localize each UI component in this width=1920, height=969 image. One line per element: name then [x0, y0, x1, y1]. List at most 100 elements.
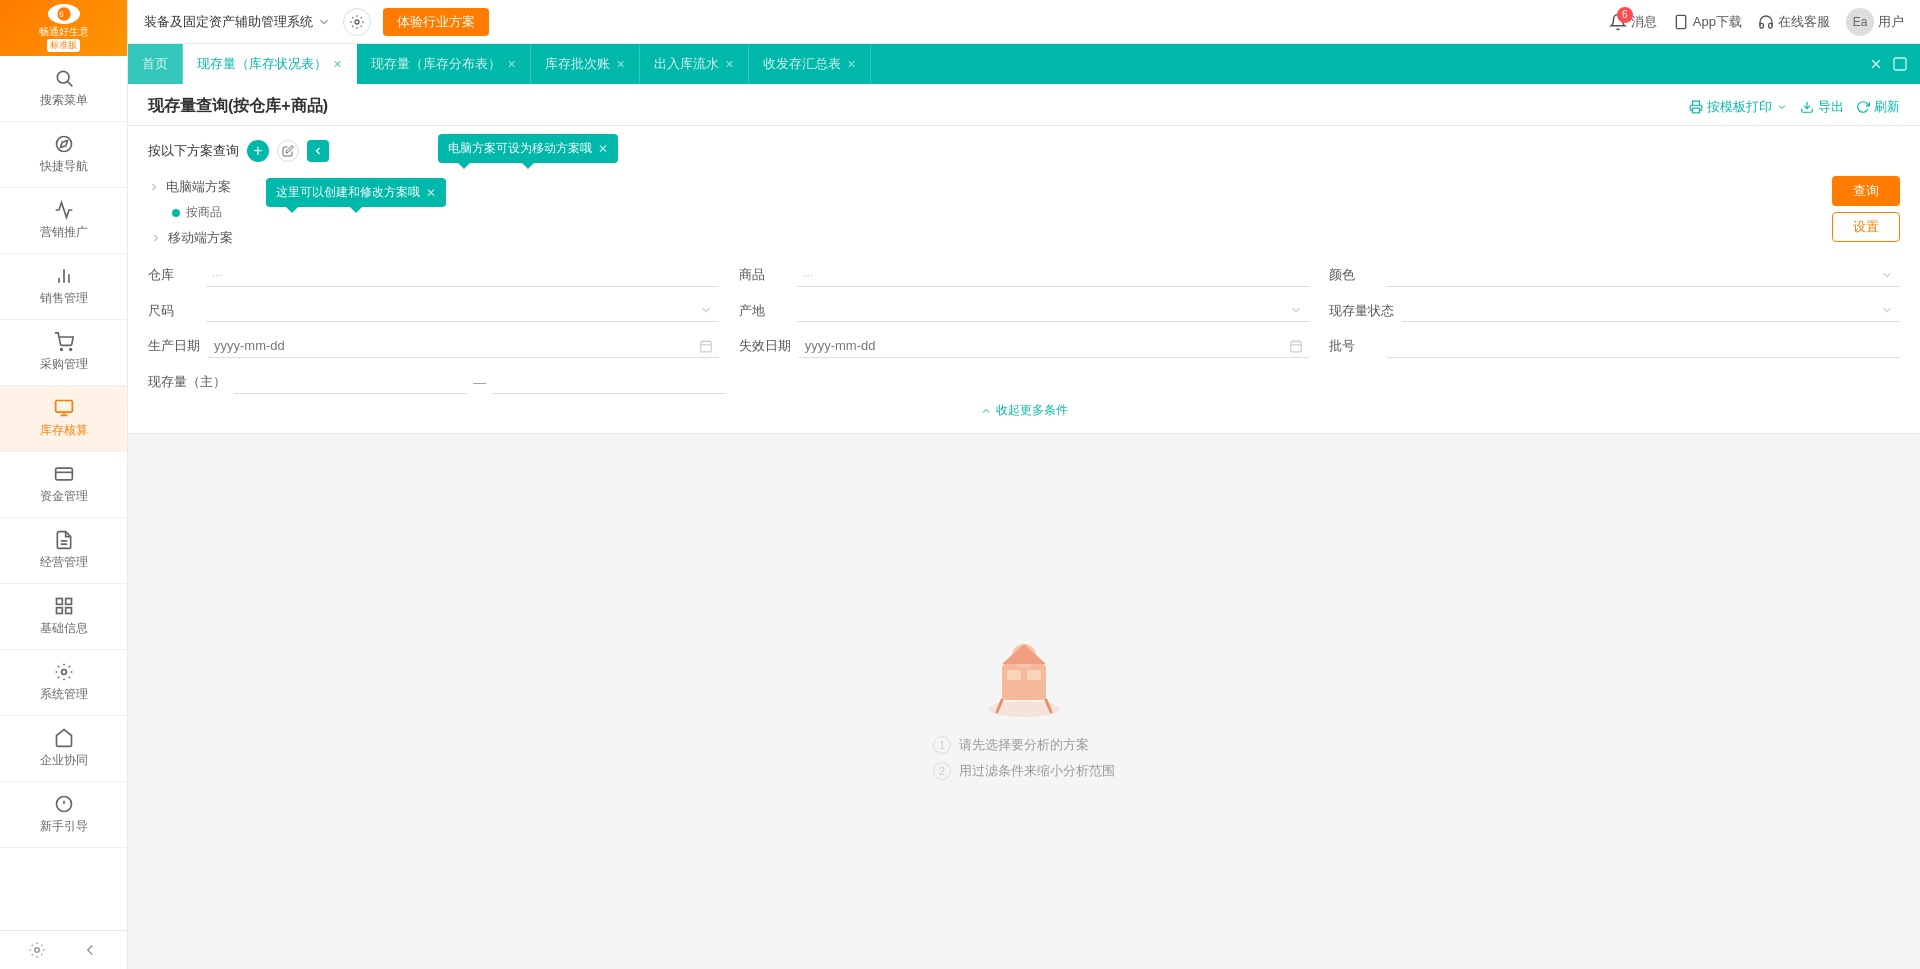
size-select[interactable]	[206, 299, 719, 322]
tab-batch-ledger-close[interactable]: ✕	[616, 58, 625, 71]
calendar-icon2[interactable]	[1289, 339, 1303, 353]
warehouse-select[interactable]: ···	[206, 263, 719, 287]
svg-rect-16	[56, 599, 62, 605]
phone-icon	[1673, 14, 1689, 30]
sidebar-item-guide[interactable]: 新手引导	[0, 782, 127, 848]
range-sep: —	[473, 375, 486, 390]
tab-inout-flow[interactable]: 出入库流水 ✕	[640, 44, 749, 84]
close-all-icon[interactable]	[1868, 56, 1884, 72]
sidebar-item-operations[interactable]: 经营管理	[0, 518, 127, 584]
sidebar-item-marketing[interactable]: 营销推广	[0, 188, 127, 254]
filter-row-2: 尺码 产地 现存量状态	[148, 299, 1900, 322]
stock-main-max[interactable]	[492, 370, 725, 394]
tooltip1-close-btn[interactable]: ✕	[598, 142, 608, 156]
maximize-icon[interactable]	[1892, 56, 1908, 72]
color-select[interactable]	[1387, 264, 1900, 287]
refresh-btn[interactable]: 刷新	[1856, 98, 1900, 116]
app-download-action[interactable]: App下载	[1673, 13, 1742, 31]
mobile-scheme-item[interactable]: 移动端方案	[148, 225, 1900, 251]
sidebar: 6 畅通好生意 标准版 搜索菜单 快捷导航 营销推广 销售管理 采购管理 库存核…	[0, 0, 128, 969]
collapse-label: 收起更多条件	[996, 402, 1068, 419]
tab-home[interactable]: 首页	[128, 44, 183, 84]
stock-status-select[interactable]	[1402, 299, 1900, 322]
experience-btn[interactable]: 体验行业方案	[383, 8, 489, 36]
sidebar-item-search[interactable]: 搜索菜单	[0, 56, 127, 122]
sidebar-item-purchase[interactable]: 采购管理	[0, 320, 127, 386]
sidebar-item-assets-label: 资金管理	[40, 488, 88, 505]
collapse-bar[interactable]: 收起更多条件	[148, 394, 1900, 419]
page-header: 现存量查询(按仓库+商品) 按模板打印 导出 刷新	[128, 84, 1920, 126]
tab-inventory-dist-close[interactable]: ✕	[507, 58, 516, 71]
stock-main-min[interactable]	[234, 370, 467, 394]
sidebar-item-system[interactable]: 系统管理	[0, 650, 127, 716]
stock-main-field: 现存量（主） —	[148, 370, 725, 394]
notification-label: 消息	[1631, 13, 1657, 31]
stock-main-label: 现存量（主）	[148, 373, 226, 391]
user-action[interactable]: Ea 用户	[1846, 8, 1904, 36]
logo-text: 畅通好生意	[39, 26, 89, 38]
sidebar-item-guide-label: 新手引导	[40, 818, 88, 835]
tooltip2-close-btn[interactable]: ✕	[426, 186, 436, 200]
svg-point-2	[57, 71, 69, 83]
tab-receive-summary[interactable]: 收发存汇总表 ✕	[749, 44, 871, 84]
chevron-down-origin	[1289, 303, 1303, 317]
template-print-btn[interactable]: 按模板打印	[1689, 98, 1788, 116]
warehouse-field: 仓库 ···	[148, 263, 719, 287]
scheme-arrow-btn[interactable]	[307, 140, 329, 162]
sidebar-bottom	[0, 930, 127, 969]
filter-header: 按以下方案查询 +	[148, 140, 1900, 162]
sidebar-item-inventory[interactable]: 库存核算	[0, 386, 127, 452]
product-dots: ···	[803, 267, 814, 282]
warehouse-label: 仓库	[148, 266, 198, 284]
tab-inventory-status[interactable]: 现存量（库存状况表） ✕	[183, 44, 357, 84]
pc-scheme-label: 电脑端方案	[166, 178, 231, 196]
batch-no-input[interactable]	[1387, 334, 1900, 358]
system-selector[interactable]: 装备及固定资产辅助管理系统	[144, 13, 331, 31]
notification-action[interactable]: 6 消息	[1609, 13, 1657, 31]
settings-icon[interactable]	[28, 941, 46, 959]
expire-date-input[interactable]	[805, 338, 1286, 353]
svg-point-20	[61, 670, 66, 675]
sidebar-item-sales[interactable]: 销售管理	[0, 254, 127, 320]
avatar-text: Ea	[1853, 15, 1868, 29]
export-btn[interactable]: 导出	[1800, 98, 1844, 116]
settings-button[interactable]	[343, 8, 371, 36]
tab-receive-summary-close[interactable]: ✕	[847, 58, 856, 71]
tab-inventory-dist[interactable]: 现存量（库存分布表） ✕	[357, 44, 531, 84]
tab-batch-ledger[interactable]: 库存批次账 ✕	[531, 44, 640, 84]
online-service-action[interactable]: 在线客服	[1758, 13, 1830, 31]
edit-icon	[282, 145, 294, 157]
stock-status-label: 现存量状态	[1329, 302, 1394, 320]
reset-btn[interactable]: 设置	[1832, 212, 1900, 242]
svg-rect-43	[1007, 670, 1021, 680]
empty-state: 1 请先选择要分析的方案 2 用过滤条件来缩小分析范围	[933, 624, 1115, 780]
svg-rect-30	[1894, 58, 1906, 70]
calendar-icon[interactable]	[699, 339, 713, 353]
collapse-icon[interactable]	[81, 941, 99, 959]
tooltip-scheme-mobile: 电脑方案可设为移动方案哦 ✕	[438, 134, 618, 163]
sidebar-item-enterprise[interactable]: 企业协同	[0, 716, 127, 782]
sidebar-item-basic[interactable]: 基础信息	[0, 584, 127, 650]
sidebar-item-assets[interactable]: 资金管理	[0, 452, 127, 518]
origin-select[interactable]	[797, 299, 1310, 322]
empty-steps: 1 请先选择要分析的方案 2 用过滤条件来缩小分析范围	[933, 736, 1115, 780]
sidebar-item-sales-label: 销售管理	[40, 290, 88, 307]
edit-scheme-btn[interactable]	[277, 140, 299, 162]
chevron-down-icon	[317, 15, 331, 29]
sidebar-item-search-label: 搜索菜单	[40, 92, 88, 109]
svg-rect-18	[65, 608, 71, 614]
produce-date-input[interactable]	[214, 338, 695, 353]
logo-badge: 标准版	[47, 39, 80, 52]
query-btn[interactable]: 查询	[1832, 176, 1900, 206]
sidebar-item-quick-nav[interactable]: 快捷导航	[0, 122, 127, 188]
tab-inout-flow-close[interactable]: ✕	[725, 58, 734, 71]
tab-inventory-status-close[interactable]: ✕	[333, 58, 342, 71]
filter-row-3: 生产日期 失效日期 批号	[148, 334, 1900, 358]
action-buttons: 查询 设置	[1832, 176, 1900, 242]
tab-batch-ledger-label: 库存批次账	[545, 55, 610, 73]
product-select[interactable]: ···	[797, 263, 1310, 287]
tabbar-controls	[1856, 44, 1920, 84]
add-scheme-btn[interactable]: +	[247, 140, 269, 162]
svg-rect-31	[1693, 108, 1700, 113]
chevron-right-icon	[148, 181, 160, 193]
